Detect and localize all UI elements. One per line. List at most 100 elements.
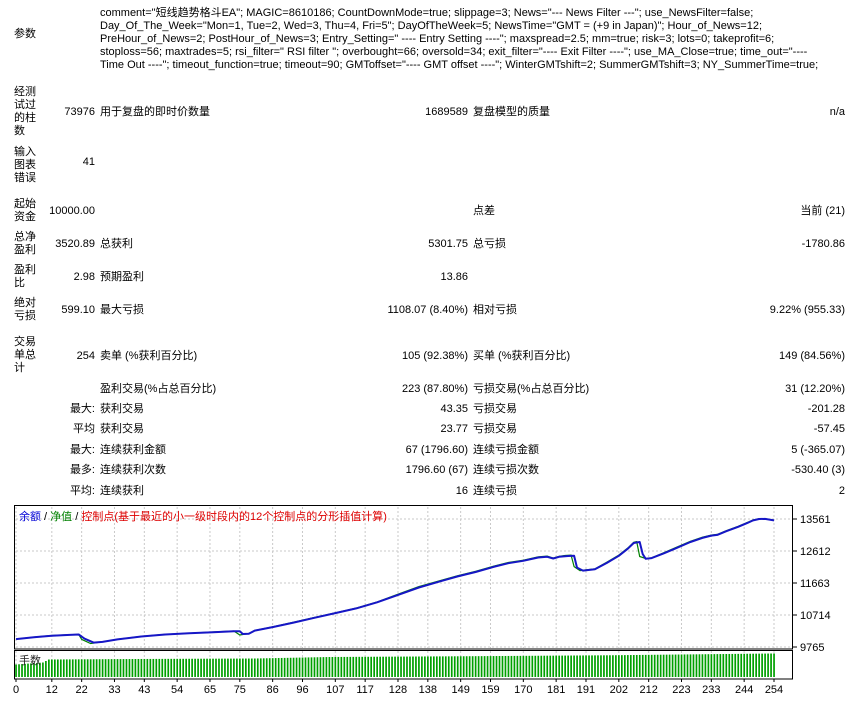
lots-bar (433, 656, 435, 677)
lots-bar (388, 657, 390, 677)
lots-bar (317, 657, 319, 677)
lots-bar (463, 656, 465, 677)
lots-bar (439, 656, 441, 677)
x-axis-label: 75 (234, 684, 246, 696)
lots-bar (346, 657, 348, 677)
y-axis-label: 12612 (800, 546, 831, 558)
lots-bar (752, 654, 754, 677)
lots-bar (75, 659, 77, 677)
lots-bar (81, 659, 83, 677)
lots-bar (496, 656, 498, 677)
x-axis-label: 254 (765, 684, 783, 696)
lots-bar (591, 655, 593, 677)
lots-bar (72, 659, 74, 677)
lots-bar (230, 659, 232, 677)
lots-bar (770, 654, 772, 677)
lots-bar (639, 655, 641, 677)
lots-bar (141, 659, 143, 677)
lots-bar (478, 656, 480, 677)
lots-bar (281, 658, 283, 677)
lots-bar (675, 655, 677, 677)
lots-bar (337, 657, 339, 677)
lots-bar (69, 659, 71, 677)
lots-bar (773, 654, 775, 678)
lots-bar (135, 659, 137, 677)
lots-bar (221, 659, 223, 677)
legend-separator: / (41, 511, 50, 523)
lots-bar (716, 654, 718, 677)
lots-bar (305, 657, 307, 677)
x-axis-label: 33 (108, 684, 120, 696)
lots-bar (236, 659, 238, 677)
lots-bar (582, 655, 584, 677)
lots-bar (531, 656, 533, 677)
lots-bar (546, 656, 548, 677)
lots-bar (358, 657, 360, 677)
lots-bar (191, 659, 193, 677)
lots-bar (681, 654, 683, 677)
lots-bar (409, 657, 411, 677)
lots-bar (227, 659, 229, 677)
lots-bar (424, 656, 426, 677)
lots-bar (764, 654, 766, 677)
lots-bar (164, 659, 166, 677)
lots-bar (149, 659, 151, 677)
x-axis-label: 0 (13, 684, 19, 696)
lots-bar (445, 656, 447, 677)
lots-bar (761, 654, 763, 677)
lots-bar (373, 657, 375, 677)
lots-bar (719, 654, 721, 677)
lots-bar (743, 654, 745, 677)
lots-bar (367, 657, 369, 677)
lots-bar (734, 654, 736, 677)
lots-bar (275, 658, 277, 677)
lots-bar (427, 656, 429, 677)
lots-bar (528, 656, 530, 677)
lots-bar (543, 656, 545, 677)
lots-bar (194, 659, 196, 677)
lots-bar (57, 659, 59, 677)
lots-bar (654, 655, 656, 677)
y-axis-label: 10714 (800, 610, 831, 622)
lots-bar (90, 659, 92, 677)
lots-bar (612, 655, 614, 677)
lots-bar (714, 654, 716, 677)
lots-bar (561, 656, 563, 677)
lots-bar (740, 654, 742, 677)
lots-bar (552, 656, 554, 677)
lots-bar (648, 655, 650, 677)
lots-bar (448, 656, 450, 677)
lots-bar (657, 655, 659, 677)
lots-bar (523, 656, 525, 677)
lots-bar (45, 661, 47, 677)
equity-chart: 0122233435465758696107117128138149159170… (0, 0, 861, 705)
lots-bar (475, 656, 477, 677)
lots-bar (690, 654, 692, 677)
lots-bar (418, 657, 420, 678)
lots-bar (93, 659, 95, 677)
lots-bar (755, 654, 757, 677)
lots-bar (451, 656, 453, 677)
lots-bar (161, 659, 163, 677)
lots-bar (111, 659, 113, 677)
lots-bar (484, 656, 486, 677)
lots-bar (570, 656, 572, 677)
lots-bar (415, 657, 417, 677)
lots-bar (120, 659, 122, 677)
lots-bar (257, 658, 259, 677)
lots-bar (705, 654, 707, 677)
lots-bar (430, 656, 432, 677)
lots-bar (549, 656, 551, 677)
x-axis-label: 117 (356, 684, 374, 696)
y-axis-label: 13561 (800, 514, 831, 526)
lots-bar (144, 659, 146, 677)
lots-bar (224, 659, 226, 677)
lots-bar (287, 658, 289, 677)
lots-bar (251, 659, 253, 677)
lots-bar (15, 665, 17, 678)
y-axis-label: 11663 (800, 578, 830, 590)
lots-bar (725, 654, 727, 677)
x-axis-label: 170 (514, 684, 532, 696)
lots-bar (421, 656, 423, 677)
lots-bar (758, 654, 760, 677)
